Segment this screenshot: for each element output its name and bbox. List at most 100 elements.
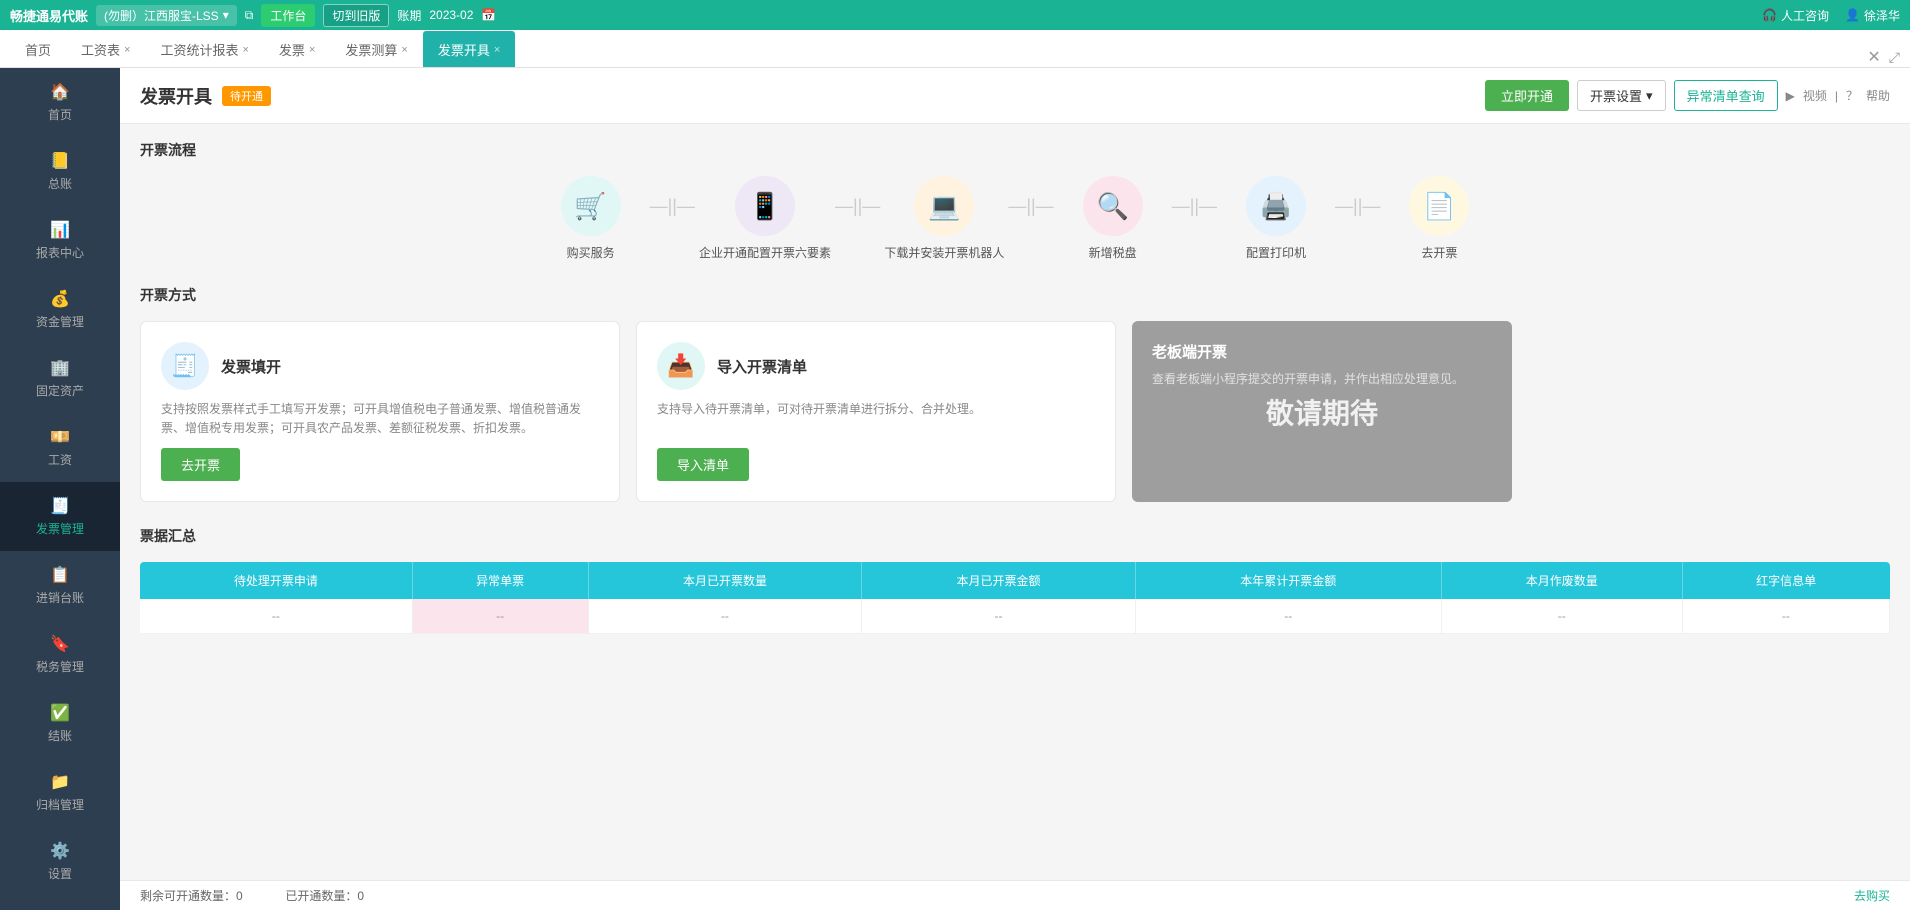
go-invoice-icon-wrap: 📄 bbox=[1409, 176, 1469, 236]
tab-invoice[interactable]: 发票 × bbox=[264, 31, 330, 67]
cell-red-info: -- bbox=[1682, 599, 1889, 634]
support-button[interactable]: 🎧 人工咨询 bbox=[1762, 7, 1829, 24]
buy-link[interactable]: 去购买 bbox=[1854, 887, 1890, 904]
chevron-down-icon: ▾ bbox=[223, 8, 229, 22]
process-step-printer: 🖨️ 配置打印机 bbox=[1221, 176, 1331, 261]
tab-payroll[interactable]: 工资表 × bbox=[66, 31, 145, 67]
methods-section-title: 开票方式 bbox=[140, 285, 1890, 305]
content-area: 发票开具 待开通 立即开通 开票设置 ▾ 异常清单查询 ▶ 视频 | ？ 帮助 bbox=[120, 68, 1910, 910]
sidebar-item-assets[interactable]: 🏢 固定资产 bbox=[0, 344, 120, 413]
sidebar-item-home[interactable]: 🏠 首页 bbox=[0, 68, 120, 137]
open-settings-button[interactable]: 开票设置 ▾ bbox=[1577, 80, 1666, 111]
sidebar-item-reports[interactable]: 📊 报表中心 bbox=[0, 206, 120, 275]
sidebar-item-payroll[interactable]: 💴 工资 bbox=[0, 413, 120, 482]
process-section-title: 开票流程 bbox=[140, 140, 1890, 160]
tab-invoice-issue[interactable]: 发票开具 × bbox=[423, 31, 515, 67]
tab-invoice-label: 发票 bbox=[279, 40, 305, 59]
manual-fill-title: 发票填开 bbox=[221, 356, 281, 377]
sidebar-item-newbie[interactable]: 🚀 新手引导 bbox=[0, 896, 120, 910]
buy-service-icon: 🛒 bbox=[574, 191, 606, 222]
copy-icon[interactable]: ⧉ bbox=[245, 8, 254, 23]
calendar-icon[interactable]: 📅 bbox=[481, 8, 496, 22]
switch-version-button[interactable]: 切到旧版 bbox=[323, 4, 389, 27]
download-icon-wrap: 💻 bbox=[914, 176, 974, 236]
sidebar-item-label: 固定资产 bbox=[36, 382, 84, 399]
sidebar-item-label: 总账 bbox=[48, 175, 72, 192]
top-bar: 畅捷通易代账 (勿删）江西服宝-LSS ▾ ⧉ 工作台 切到旧版 账期 2023… bbox=[0, 0, 1910, 30]
sidebar-item-archive[interactable]: 📁 归档管理 bbox=[0, 758, 120, 827]
divider: | bbox=[1835, 89, 1838, 103]
buy-service-label: 购买服务 bbox=[567, 244, 615, 261]
username: 徐泽华 bbox=[1864, 7, 1900, 24]
sidebar-item-label: 首页 bbox=[48, 106, 72, 123]
period-label: 账期 bbox=[397, 7, 421, 24]
go-invoice-button[interactable]: 去开票 bbox=[161, 448, 240, 481]
close-icon[interactable]: × bbox=[309, 44, 315, 56]
sidebar-item-invoice-mgmt[interactable]: 🧾 发票管理 bbox=[0, 482, 120, 551]
tab-payroll-stats[interactable]: 工资统计报表 × bbox=[145, 31, 263, 67]
summary-section-title: 票据汇总 bbox=[140, 526, 1890, 546]
arrow-icon: —||— bbox=[650, 196, 695, 217]
config-icon-wrap: 📱 bbox=[735, 176, 795, 236]
sidebar-item-label: 发票管理 bbox=[36, 520, 84, 537]
go-invoice-label: 去开票 bbox=[1421, 244, 1457, 261]
open-now-button[interactable]: 立即开通 bbox=[1485, 80, 1569, 111]
coming-soon-overlay: 敬请期待 bbox=[1132, 321, 1512, 502]
go-invoice-icon: 📄 bbox=[1423, 191, 1455, 222]
close-icon[interactable]: × bbox=[401, 44, 407, 56]
download-label: 下载并安装开票机器人 bbox=[884, 244, 1004, 261]
user-icon: 👤 bbox=[1845, 8, 1860, 22]
workspace-button[interactable]: 工作台 bbox=[261, 4, 315, 27]
import-list-desc: 支持导入待开票清单，可对待开票清单进行拆分、合并处理。 bbox=[657, 400, 1095, 419]
close-icon[interactable]: × bbox=[242, 44, 248, 56]
close-icon[interactable]: × bbox=[124, 44, 130, 56]
company-selector[interactable]: (勿删）江西服宝-LSS ▾ bbox=[96, 5, 237, 26]
nav-tabs: 首页 工资表 × 工资统计报表 × 发票 × 发票测算 × 发票开具 × ✕ ⤢ bbox=[0, 30, 1910, 68]
abnormal-query-button[interactable]: 异常清单查询 bbox=[1674, 80, 1778, 111]
avatar: 👤 徐泽华 bbox=[1845, 7, 1900, 24]
import-list-button[interactable]: 导入清单 bbox=[657, 448, 749, 481]
tab-home-label: 首页 bbox=[25, 40, 51, 59]
status-badge: 待开通 bbox=[222, 86, 271, 106]
manual-fill-icon-wrap: 🧾 bbox=[161, 342, 209, 390]
col-red-info: 红字信息单 bbox=[1682, 562, 1889, 599]
col-pending: 待处理开票申请 bbox=[140, 562, 412, 599]
import-list-card: 📥 导入开票清单 支持导入待开票清单，可对待开票清单进行拆分、合并处理。 导入清… bbox=[636, 321, 1116, 502]
process-step-config: 📱 企业开通配置开票六要素 bbox=[699, 176, 831, 261]
tab-invoice-calc-label: 发票测算 bbox=[345, 40, 397, 59]
taxdisk-icon: 🔍 bbox=[1097, 191, 1129, 222]
content-body: 开票流程 🛒 购买服务 —||— 📱 企业开通配置开票六要素 —||— bbox=[120, 124, 1910, 880]
sidebar-item-label: 结账 bbox=[48, 727, 72, 744]
sidebar-item-settlement[interactable]: ✅ 结账 bbox=[0, 689, 120, 758]
col-void-count: 本月作废数量 bbox=[1441, 562, 1682, 599]
remaining-label: 剩余可开通数量：0 bbox=[140, 889, 243, 903]
sidebar-item-ledger[interactable]: 📒 总账 bbox=[0, 137, 120, 206]
process-step-taxdisk: 🔍 新增税盘 bbox=[1058, 176, 1168, 261]
bottom-bar-info: 剩余可开通数量：0 已开通数量：0 bbox=[140, 887, 364, 904]
sidebar-item-tax[interactable]: 🔖 税务管理 bbox=[0, 620, 120, 689]
tab-payroll-label: 工资表 bbox=[81, 40, 120, 59]
bottom-bar: 剩余可开通数量：0 已开通数量：0 去购买 bbox=[120, 880, 1910, 910]
import-list-title: 导入开票清单 bbox=[717, 356, 807, 377]
close-icon[interactable]: × bbox=[494, 44, 500, 56]
purchase-sales-icon: 📋 bbox=[50, 565, 70, 585]
sidebar-item-settings[interactable]: ⚙️ 设置 bbox=[0, 827, 120, 896]
sidebar-item-purchase-sales[interactable]: 📋 进销台账 bbox=[0, 551, 120, 620]
sidebar-item-funds[interactable]: 💰 资金管理 bbox=[0, 275, 120, 344]
sidebar-item-label: 工资 bbox=[48, 451, 72, 468]
assets-icon: 🏢 bbox=[50, 358, 70, 378]
tab-invoice-calc[interactable]: 发票测算 × bbox=[330, 31, 422, 67]
funds-icon: 💰 bbox=[50, 289, 70, 309]
chevron-down-icon: ▾ bbox=[1646, 88, 1653, 104]
ledger-icon: 📒 bbox=[50, 151, 70, 171]
open-settings-label: 开票设置 bbox=[1590, 86, 1642, 105]
close-panel-icon[interactable]: ✕ bbox=[1867, 47, 1880, 67]
cell-monthly-count: -- bbox=[588, 599, 862, 634]
sidebar-item-label: 税务管理 bbox=[36, 658, 84, 675]
printer-icon-wrap: 🖨️ bbox=[1246, 176, 1306, 236]
resize-icon[interactable]: ⤢ bbox=[1889, 49, 1900, 66]
process-step-buy: 🛒 购买服务 bbox=[536, 176, 646, 261]
tab-home[interactable]: 首页 bbox=[10, 31, 66, 67]
config-icon: 📱 bbox=[749, 191, 781, 222]
sidebar-item-label: 进销台账 bbox=[36, 589, 84, 606]
